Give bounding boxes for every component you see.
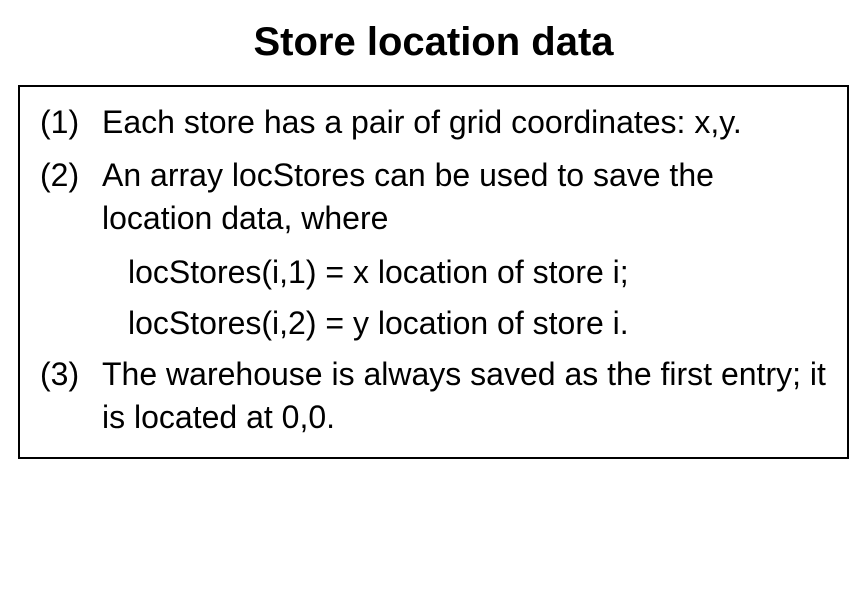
item-number: (1)	[40, 101, 102, 144]
item-text: An array locStores can be used to save t…	[102, 154, 827, 240]
item-number: (3)	[40, 353, 102, 439]
list-item: (1) Each store has a pair of grid coordi…	[40, 101, 827, 144]
sub-item: locStores(i,2) = y location of store i.	[128, 302, 827, 345]
list-item: (2) An array locStores can be used to sa…	[40, 154, 827, 240]
list-item: (3) The warehouse is always saved as the…	[40, 353, 827, 439]
page-title: Store location data	[18, 20, 849, 65]
content-box: (1) Each store has a pair of grid coordi…	[18, 85, 849, 459]
item-text: The warehouse is always saved as the fir…	[102, 353, 827, 439]
sub-item: locStores(i,1) = x location of store i;	[128, 251, 827, 294]
item-number: (2)	[40, 154, 102, 240]
item-text: Each store has a pair of grid coordinate…	[102, 101, 827, 144]
